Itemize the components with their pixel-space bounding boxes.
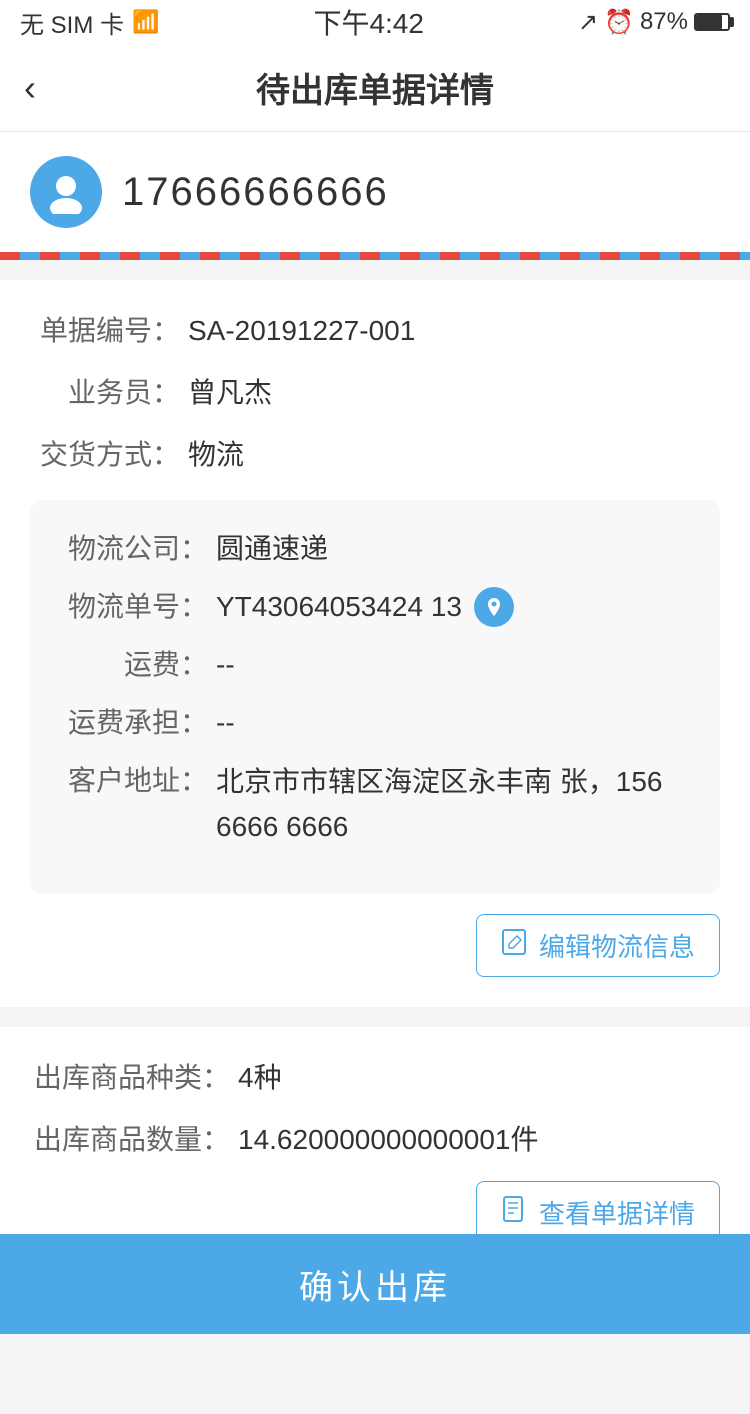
wifi-icon: 📶 bbox=[132, 9, 159, 35]
outbound-quantity-label: 出库商品数量： bbox=[30, 1119, 230, 1161]
logistics-company-row: 物流公司： 圆通速递 bbox=[58, 528, 692, 570]
outbound-types-value: 4种 bbox=[230, 1057, 720, 1099]
freight-row: 运费： -- bbox=[58, 644, 692, 686]
address-value: 北京市市辖区海淀区永丰南 张，156 6666 6666 bbox=[208, 760, 692, 850]
nav-bar: ‹ 待出库单据详情 bbox=[0, 44, 750, 132]
order-number-row: 单据编号： SA-20191227-001 bbox=[30, 310, 720, 352]
back-button[interactable]: ‹ bbox=[24, 67, 36, 109]
edit-logistics-label: 编辑物流信息 bbox=[539, 927, 695, 964]
salesperson-label: 业务员： bbox=[30, 372, 180, 414]
logistics-company-label: 物流公司： bbox=[58, 528, 208, 570]
edit-logistics-button[interactable]: 编辑物流信息 bbox=[476, 914, 720, 977]
battery-icon bbox=[694, 13, 730, 31]
order-number-label: 单据编号： bbox=[30, 310, 180, 352]
customer-header: 17666666666 bbox=[0, 132, 750, 252]
status-bar: 无 SIM 卡 📶 下午4:42 ↗ ⏰ 87% bbox=[0, 0, 750, 44]
confirm-btn-text: 确认出库 bbox=[299, 1260, 451, 1309]
sim-text: 无 SIM 卡 bbox=[20, 5, 124, 40]
document-icon bbox=[501, 1195, 529, 1230]
edit-btn-row: 编辑物流信息 bbox=[30, 914, 720, 977]
delivery-method-label: 交货方式： bbox=[30, 434, 180, 476]
tracking-location-icon[interactable] bbox=[474, 587, 514, 627]
address-row: 客户地址： 北京市市辖区海淀区永丰南 张，156 6666 6666 bbox=[58, 760, 692, 850]
tracking-value: YT43064053424 13 bbox=[216, 586, 462, 628]
freight-label: 运费： bbox=[58, 644, 208, 686]
tracking-number-label: 物流单号： bbox=[58, 586, 208, 628]
edit-icon bbox=[501, 928, 529, 963]
customer-phone: 17666666666 bbox=[122, 170, 389, 215]
alarm-icon: ⏰ bbox=[604, 8, 634, 37]
tracking-number-row: 物流单号： YT43064053424 13 bbox=[58, 586, 692, 628]
tracking-row: YT43064053424 13 bbox=[216, 586, 692, 628]
status-right: ↗ ⏰ 87% bbox=[578, 8, 730, 37]
delivery-method-value: 物流 bbox=[180, 434, 720, 476]
order-number-value: SA-20191227-001 bbox=[180, 310, 720, 352]
logistics-company-value: 圆通速递 bbox=[208, 528, 692, 570]
salesperson-value: 曾凡杰 bbox=[180, 372, 720, 414]
tracking-number-value: YT43064053424 13 bbox=[208, 586, 692, 628]
freight-bearer-label: 运费承担： bbox=[58, 702, 208, 744]
freight-value: -- bbox=[208, 644, 692, 686]
logistics-card: 物流公司： 圆通速递 物流单号： YT43064053424 13 运费： -- bbox=[30, 500, 720, 894]
page-title: 待出库单据详情 bbox=[256, 63, 494, 112]
order-info-section: 单据编号： SA-20191227-001 业务员： 曾凡杰 交货方式： 物流 … bbox=[0, 280, 750, 1007]
address-label: 客户地址： bbox=[58, 760, 208, 802]
status-left: 无 SIM 卡 📶 bbox=[20, 5, 159, 40]
location-status-icon: ↗ bbox=[578, 8, 598, 37]
outbound-quantity-row: 出库商品数量： 14.620000000000001件 bbox=[30, 1119, 720, 1161]
avatar-icon bbox=[44, 170, 88, 214]
freight-bearer-value: -- bbox=[208, 702, 692, 744]
view-detail-label: 查看单据详情 bbox=[539, 1194, 695, 1231]
salesperson-row: 业务员： 曾凡杰 bbox=[30, 372, 720, 414]
outbound-types-row: 出库商品种类： 4种 bbox=[30, 1057, 720, 1099]
freight-bearer-row: 运费承担： -- bbox=[58, 702, 692, 744]
delivery-method-row: 交货方式： 物流 bbox=[30, 434, 720, 476]
outbound-types-label: 出库商品种类： bbox=[30, 1057, 230, 1099]
avatar bbox=[30, 156, 102, 228]
battery-text: 87% bbox=[640, 8, 688, 36]
status-time: 下午4:42 bbox=[313, 2, 424, 42]
dashed-divider bbox=[0, 252, 750, 260]
outbound-quantity-value: 14.620000000000001件 bbox=[230, 1119, 720, 1161]
confirm-outbound-button[interactable]: 确认出库 bbox=[0, 1234, 750, 1334]
